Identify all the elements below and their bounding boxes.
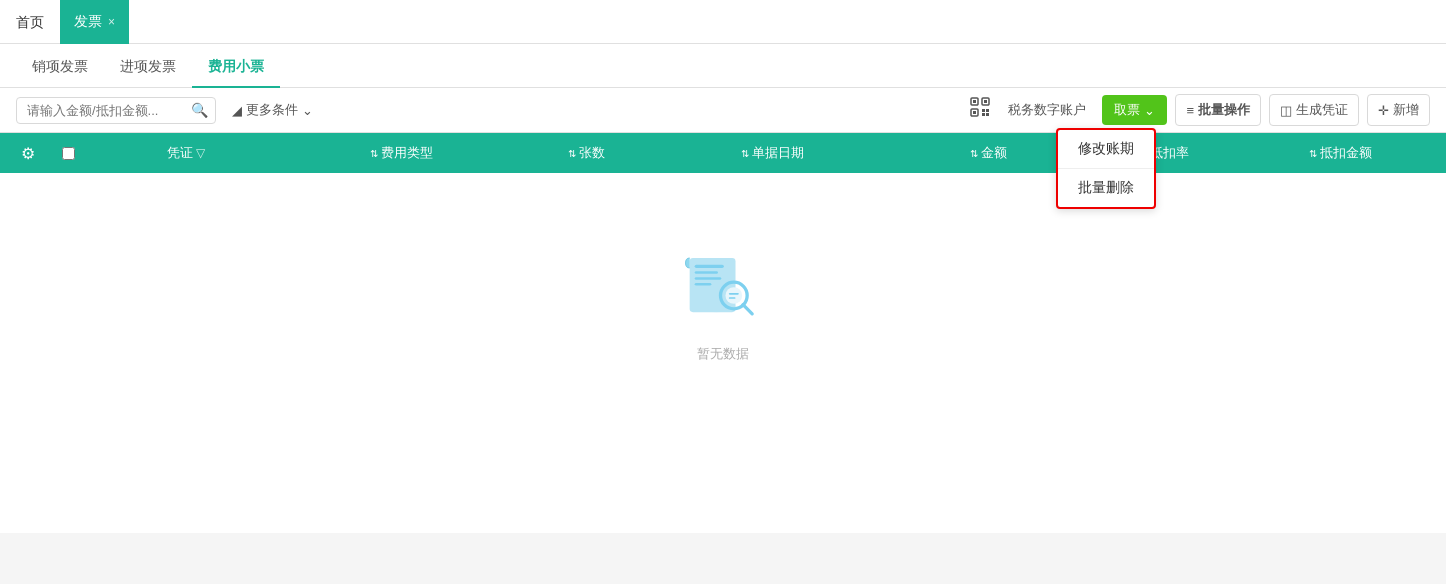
- invoice-tab-close[interactable]: ×: [108, 15, 115, 29]
- empty-state: 暂无数据: [0, 173, 1446, 403]
- main-content: ⚙ 凭证 ▽ ⇅ 费用类型 ⇅ 张数 ⇅ 单据日期 ⇅ 金额 ⇅ 抵扣率: [0, 133, 1446, 533]
- th-expense-type: ⇅ 费用类型: [284, 144, 519, 162]
- search-icon: 🔍: [191, 102, 208, 118]
- quepiao-chevron-icon: ⌄: [1144, 103, 1155, 118]
- th-count: ⇅ 张数: [518, 144, 655, 162]
- sort-deduction-icon: ⇅: [1309, 148, 1317, 159]
- filter-icon: ◢: [232, 103, 242, 118]
- invoice-tab-label: 发票: [74, 13, 102, 31]
- svg-rect-12: [695, 265, 724, 268]
- sort-count-icon: ⇅: [568, 148, 576, 159]
- invoice-tab[interactable]: 发票 ×: [60, 0, 129, 44]
- add-label: 新增: [1393, 101, 1419, 119]
- table-header: ⚙ 凭证 ▽ ⇅ 费用类型 ⇅ 张数 ⇅ 单据日期 ⇅ 金额 ⇅ 抵扣率: [0, 133, 1446, 173]
- batch-label: 批量操作: [1198, 101, 1250, 119]
- generate-voucher-label: 生成凭证: [1296, 101, 1348, 119]
- svg-rect-6: [982, 109, 985, 112]
- svg-line-18: [743, 305, 752, 314]
- th-date: ⇅ 单据日期: [655, 144, 890, 162]
- voucher-filter-icon[interactable]: ▽: [196, 146, 205, 160]
- svg-rect-13: [695, 271, 718, 274]
- quepiao-button[interactable]: 取票 ⌄: [1102, 95, 1167, 125]
- empty-state-icon: [673, 233, 773, 333]
- batch-icon: ≡: [1186, 103, 1194, 118]
- select-all-checkbox[interactable]: [62, 147, 75, 160]
- svg-rect-8: [982, 113, 985, 116]
- toolbar: 🔍 ◢ 更多条件 ⌄ 税务数字账户 取票 ⌄ ≡ 批量操作 ◫: [0, 88, 1446, 133]
- dropdown-item-modify-period[interactable]: 修改账期: [1058, 130, 1154, 168]
- filter-button[interactable]: ◢ 更多条件 ⌄: [224, 97, 321, 123]
- svg-rect-15: [695, 283, 712, 286]
- svg-rect-9: [986, 113, 989, 116]
- batch-dropdown-menu: 修改账期 批量删除: [1056, 128, 1156, 209]
- th-voucher: 凭证 ▽: [88, 144, 284, 162]
- quepiao-label: 取票: [1114, 101, 1140, 119]
- search-wrapper: 🔍: [16, 97, 216, 124]
- tab-expense[interactable]: 费用小票: [192, 44, 280, 88]
- add-button[interactable]: ✛ 新增: [1367, 94, 1430, 126]
- svg-rect-14: [695, 277, 722, 280]
- top-nav: 首页 发票 ×: [0, 0, 1446, 44]
- generate-voucher-button[interactable]: ◫ 生成凭证: [1269, 94, 1359, 126]
- sort-amount-icon: ⇅: [970, 148, 978, 159]
- filter-chevron-icon: ⌄: [302, 103, 313, 118]
- home-tab[interactable]: 首页: [0, 0, 60, 44]
- generate-voucher-icon: ◫: [1280, 103, 1292, 118]
- toolbar-left: 🔍 ◢ 更多条件 ⌄: [16, 97, 960, 124]
- search-input[interactable]: [16, 97, 216, 124]
- th-checkbox: [48, 147, 88, 160]
- svg-rect-3: [984, 100, 987, 103]
- th-settings: ⚙: [8, 144, 48, 163]
- settings-icon[interactable]: ⚙: [21, 144, 35, 163]
- tab-sales[interactable]: 销项发票: [16, 44, 104, 88]
- filter-label: 更多条件: [246, 101, 298, 119]
- empty-state-label: 暂无数据: [697, 345, 749, 363]
- tax-account-button[interactable]: 税务数字账户: [1000, 97, 1094, 123]
- sort-up-icon: ⇅: [370, 148, 378, 159]
- sort-date-icon: ⇅: [741, 148, 749, 159]
- qr-icon[interactable]: [968, 95, 992, 125]
- svg-rect-5: [973, 111, 976, 114]
- svg-rect-7: [986, 109, 989, 112]
- svg-point-17: [726, 287, 743, 304]
- tab-purchase[interactable]: 进项发票: [104, 44, 192, 88]
- sub-tabs: 销项发票 进项发票 费用小票: [0, 44, 1446, 88]
- svg-rect-19: [729, 293, 739, 295]
- svg-rect-1: [973, 100, 976, 103]
- svg-rect-20: [729, 297, 736, 299]
- dropdown-item-batch-delete[interactable]: 批量删除: [1058, 169, 1154, 207]
- add-icon: ✛: [1378, 103, 1389, 118]
- th-deduction: ⇅ 抵扣金额: [1242, 144, 1438, 162]
- batch-button[interactable]: ≡ 批量操作: [1175, 94, 1261, 126]
